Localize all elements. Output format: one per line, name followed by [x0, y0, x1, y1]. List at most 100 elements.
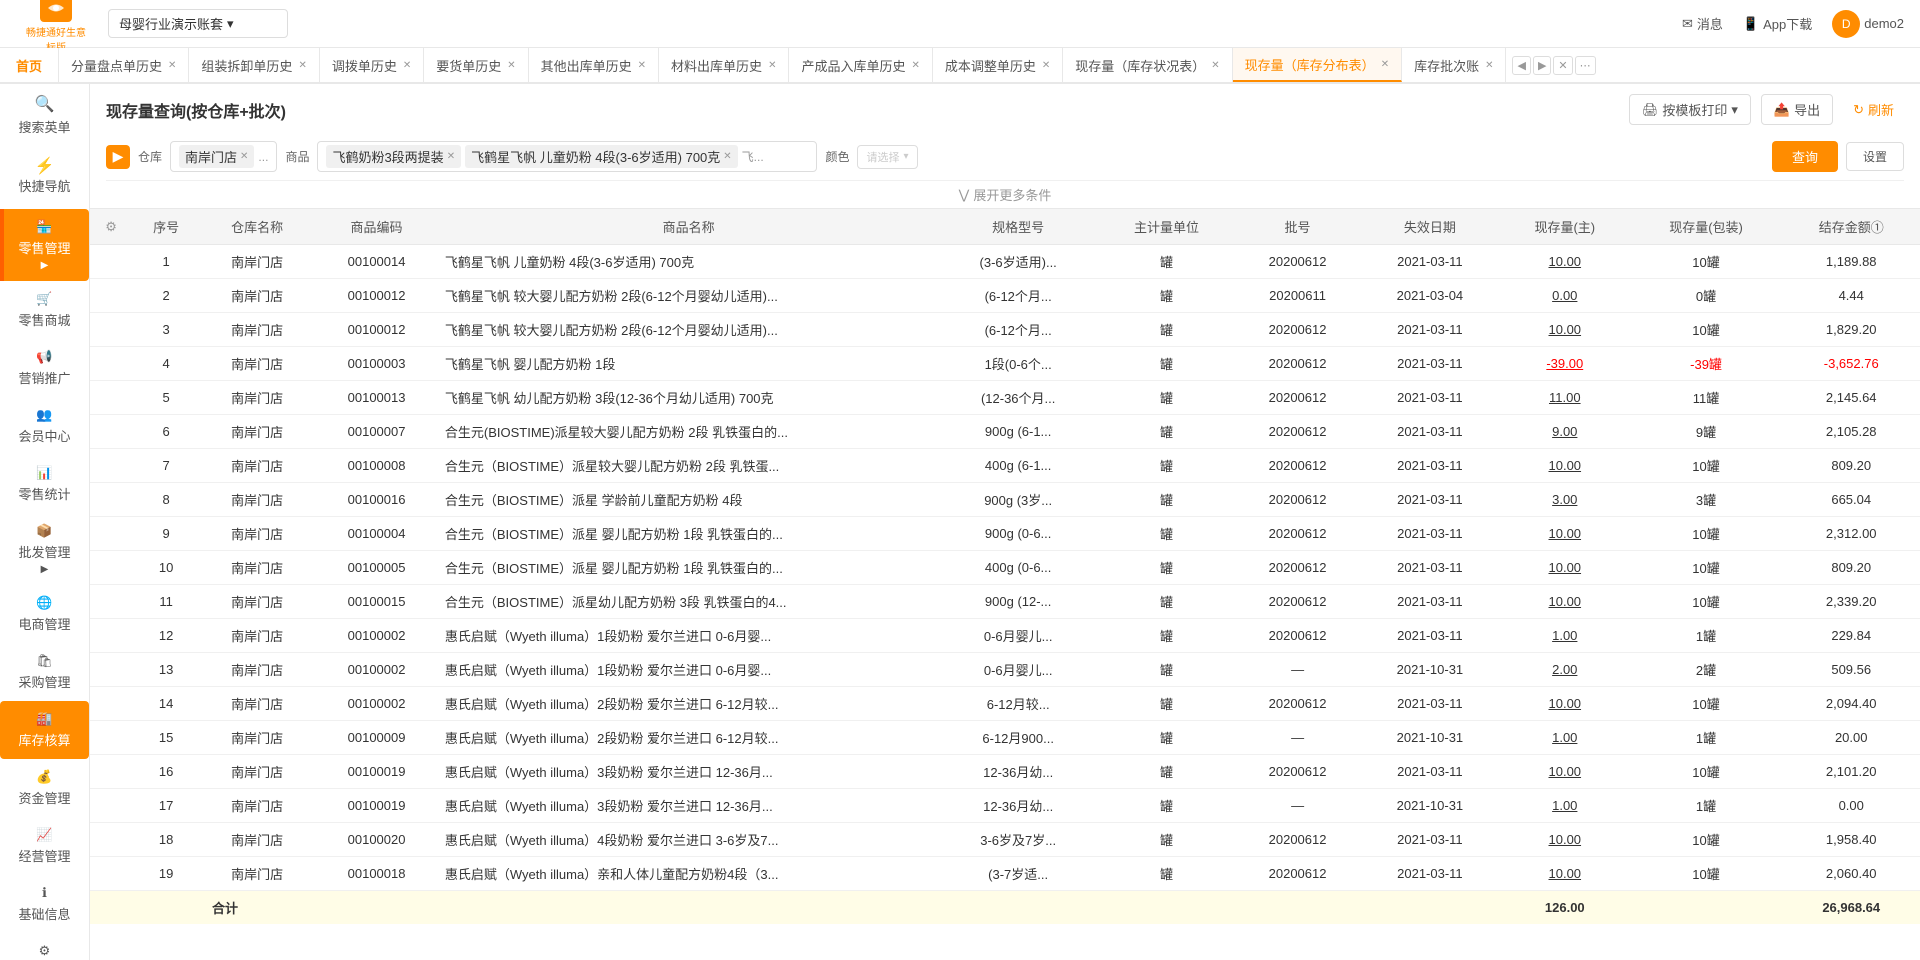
tab-close-inventory-dist[interactable]: ✕	[1381, 59, 1389, 70]
template-print-btn[interactable]: 🖨 按模板打印 ▾	[1629, 94, 1751, 125]
ecommerce-icon: 🌐	[36, 595, 52, 611]
sidebar-item-marketing[interactable]: 📢 营销推广	[0, 339, 89, 397]
th-settings[interactable]: ⚙	[90, 209, 132, 245]
tab-close-mix[interactable]: ✕	[403, 60, 411, 71]
sidebar-item-retail-shop[interactable]: 🛒 零售商城	[0, 281, 89, 339]
refresh-label: 刷新	[1868, 100, 1894, 119]
app-download-btn[interactable]: 📱 App下载	[1743, 14, 1812, 33]
sidebar-item-wholesale[interactable]: 📦 批发管理 ▶	[0, 513, 89, 585]
product-more[interactable]: 飞...	[742, 148, 764, 165]
sidebar-item-finance[interactable]: 💰 资金管理	[0, 759, 89, 817]
row-qty-main[interactable]: 10.00	[1500, 313, 1630, 347]
main-layout: 🔍 搜索英单 ⚡ 快捷导航 🏪 零售管理 ▶ 🛒 零售商城 📢 营销推广 👥 会…	[0, 84, 1920, 960]
tab-inventory-status[interactable]: 现存量（库存状况表） ✕	[1063, 48, 1232, 82]
tab-home[interactable]: 首页	[0, 48, 59, 82]
sidebar-item-member[interactable]: 👥 会员中心	[0, 397, 89, 455]
row-qty-main[interactable]: 10.00	[1500, 687, 1630, 721]
row-balance: 2,094.40	[1782, 687, 1920, 721]
tab-inventory-dist[interactable]: 现存量（库存分布表） ✕	[1233, 48, 1402, 82]
row-qty-main[interactable]: 10.00	[1500, 517, 1630, 551]
warehouse-more[interactable]: ...	[258, 150, 268, 164]
color-filter-box[interactable]: 请选择 ▾	[857, 145, 917, 169]
user-area[interactable]: D demo2	[1832, 10, 1904, 38]
row-qty-main[interactable]: 0.00	[1500, 279, 1630, 313]
row-qty-main[interactable]: 10.00	[1500, 755, 1630, 789]
tab-mix[interactable]: 调拨单历史 ✕	[320, 48, 424, 82]
tab-close-all-btn[interactable]: ✕	[1553, 56, 1572, 75]
row-qty-main[interactable]: 10.00	[1500, 857, 1630, 891]
product-filter-box[interactable]: 飞鹤奶粉3段两提装 ✕ 飞鹤星飞帆 儿童奶粉 4段(3-6岁适用) 700克 ✕…	[317, 141, 817, 172]
expand-more-btn[interactable]: ⋁ 展开更多条件	[959, 185, 1052, 204]
tab-close-other-out[interactable]: ✕	[638, 60, 646, 71]
tab-close-cost-adjust[interactable]: ✕	[1042, 60, 1050, 71]
tab-close-batch-ledger[interactable]: ✕	[1485, 60, 1493, 71]
sidebar-item-system[interactable]: ⚙ 系统管理	[0, 933, 89, 960]
row-qty-main[interactable]: -39.00	[1500, 347, 1630, 381]
table-row: 18 南岸门店 00100020 惠氏启赋（Wyeth illuma）4段奶粉 …	[90, 823, 1920, 857]
row-settings	[90, 483, 132, 517]
row-qty-main[interactable]: 10.00	[1500, 551, 1630, 585]
row-qty-main[interactable]: 10.00	[1500, 585, 1630, 619]
sidebar-item-basic-info[interactable]: ℹ 基础信息	[0, 875, 89, 933]
sidebar-item-retail-stats[interactable]: 📊 零售统计	[0, 455, 89, 513]
tab-cost-adjust[interactable]: 成本调整单历史 ✕	[933, 48, 1063, 82]
row-qty-main[interactable]: 1.00	[1500, 789, 1630, 823]
row-qty-main[interactable]: 10.00	[1500, 245, 1630, 279]
warehouse-tag-close[interactable]: ✕	[240, 151, 248, 162]
sidebar-item-ecommerce[interactable]: 🌐 电商管理	[0, 585, 89, 643]
tab-close-disassemble[interactable]: ✕	[298, 60, 306, 71]
tab-prev-btn[interactable]: ◀	[1512, 56, 1530, 75]
product-tag-1-close[interactable]: ✕	[447, 151, 455, 162]
table-row: 19 南岸门店 00100018 惠氏启赋（Wyeth illuma）亲和人体儿…	[90, 857, 1920, 891]
tab-purchase[interactable]: 要货单历史 ✕	[424, 48, 528, 82]
row-qty-main[interactable]: 10.00	[1500, 449, 1630, 483]
refresh-btn[interactable]: ↻ 刷新	[1843, 95, 1904, 124]
tab-split-inventory[interactable]: 分量盘点单历史 ✕	[59, 48, 189, 82]
sidebar-nav[interactable]: ⚡ 快捷导航	[0, 150, 89, 201]
row-qty-main[interactable]: 1.00	[1500, 721, 1630, 755]
row-batch: 20200612	[1235, 245, 1360, 279]
tab-close-product-in[interactable]: ✕	[911, 60, 919, 71]
tab-close-split[interactable]: ✕	[168, 60, 176, 71]
row-expire: 2021-03-11	[1360, 551, 1500, 585]
color-dropdown-icon[interactable]: ▾	[903, 151, 908, 162]
product-tag-2-close[interactable]: ✕	[723, 151, 731, 162]
settings-btn[interactable]: 设置	[1846, 142, 1904, 171]
row-spec: 900g (0-6...	[939, 517, 1098, 551]
row-expire: 2021-03-11	[1360, 449, 1500, 483]
sidebar-item-retail-mgmt[interactable]: 🏪 零售管理 ▶	[0, 209, 89, 281]
row-qty-main[interactable]: 3.00	[1500, 483, 1630, 517]
sidebar-item-purchase[interactable]: 🛍 采购管理	[0, 643, 89, 701]
tab-disassemble[interactable]: 组装拆卸单历史 ✕	[189, 48, 319, 82]
tab-other-out[interactable]: 其他出库单历史 ✕	[529, 48, 659, 82]
row-qty-main[interactable]: 11.00	[1500, 381, 1630, 415]
filter-expand-btn[interactable]: ▶	[106, 145, 130, 169]
tab-product-in[interactable]: 产成品入库单历史 ✕	[789, 48, 932, 82]
row-qty-main[interactable]: 10.00	[1500, 823, 1630, 857]
row-warehouse: 南岸门店	[200, 245, 314, 279]
tab-batch-ledger[interactable]: 库存批次账 ✕	[1402, 48, 1506, 82]
row-qty-pkg: 0罐	[1630, 279, 1783, 313]
row-expire: 2021-03-11	[1360, 857, 1500, 891]
tab-close-inventory-status[interactable]: ✕	[1211, 60, 1219, 71]
row-qty-main[interactable]: 1.00	[1500, 619, 1630, 653]
expand-more-row: ⋁ 展开更多条件	[106, 180, 1904, 208]
tab-material-out[interactable]: 材料出库单历史 ✕	[659, 48, 789, 82]
tab-next-btn[interactable]: ▶	[1533, 56, 1551, 75]
sidebar-item-operations[interactable]: 📈 经营管理	[0, 817, 89, 875]
message-btn[interactable]: ✉ 消息	[1682, 14, 1723, 33]
row-qty-main[interactable]: 2.00	[1500, 653, 1630, 687]
page-title: 现存量查询(按仓库+批次)	[106, 98, 286, 122]
row-qty-main[interactable]: 9.00	[1500, 415, 1630, 449]
tab-menu-btn[interactable]: ⋯	[1575, 56, 1596, 75]
org-select[interactable]: 母婴行业演示账套 ▾	[108, 9, 288, 38]
export-btn[interactable]: 📤 导出	[1761, 94, 1833, 125]
row-balance: 20.00	[1782, 721, 1920, 755]
query-btn[interactable]: 查询	[1772, 141, 1838, 172]
row-product-code: 00100003	[314, 347, 439, 381]
warehouse-filter-box[interactable]: 南岸门店 ✕ ...	[170, 141, 277, 172]
sidebar-item-inventory[interactable]: 🏭 库存核算	[0, 701, 89, 759]
tab-close-material-out[interactable]: ✕	[768, 60, 776, 71]
sidebar-search[interactable]: 🔍 搜索英单	[0, 84, 89, 142]
tab-close-purchase[interactable]: ✕	[507, 60, 515, 71]
